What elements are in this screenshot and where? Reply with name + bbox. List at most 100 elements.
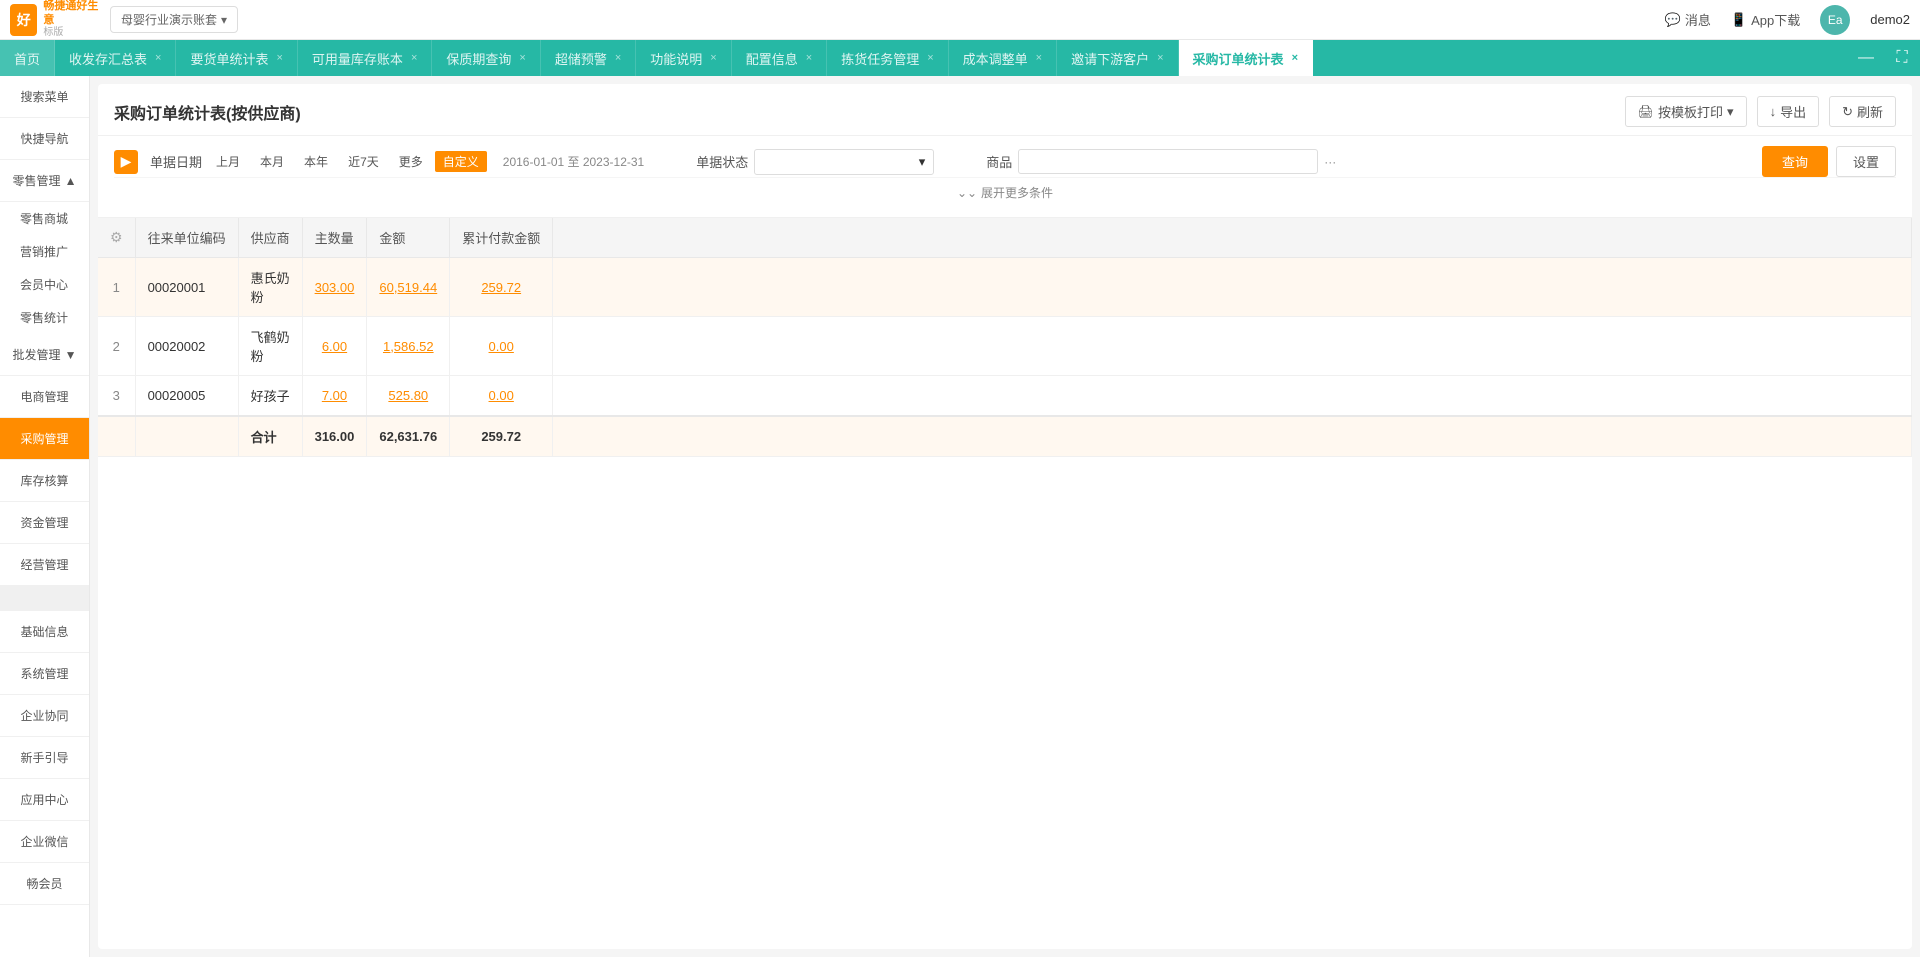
col-settings[interactable]: ⚙: [98, 218, 135, 258]
tab-warranty-query[interactable]: 保质期查询 ×: [432, 40, 540, 76]
avatar[interactable]: Ea: [1820, 5, 1850, 35]
amount-cell: 1,586.52: [367, 317, 450, 376]
sidebar-item-search[interactable]: 搜索菜单: [0, 76, 89, 118]
tab-cost-adjust[interactable]: 成本调整单 ×: [949, 40, 1057, 76]
paid-link[interactable]: 0.00: [489, 388, 514, 403]
row-index: 1: [98, 258, 135, 317]
close-icon[interactable]: ×: [710, 52, 716, 64]
maximize-icon[interactable]: ⛶: [1884, 40, 1920, 76]
qty-link[interactable]: 7.00: [322, 388, 347, 403]
partner-code-cell: 00020001: [135, 258, 238, 317]
tab-goods-stats[interactable]: 要货单统计表 ×: [176, 40, 297, 76]
content: 采购订单统计表(按供应商) 🖨 按模板打印 ▾ ↓ 导出 ↻ 刷新: [90, 76, 1920, 957]
top-header: 好 畅捷通好生意 标版 母婴行业演示账套 ▾ 💬 消息 📱 App下载 Ea d…: [0, 0, 1920, 40]
qty-link[interactable]: 6.00: [322, 339, 347, 354]
date-btn-7days[interactable]: 近7天: [340, 151, 387, 172]
sidebar-item-enterprise-wechat[interactable]: 企业微信: [0, 821, 89, 863]
date-btn-this-year[interactable]: 本年: [296, 151, 336, 172]
close-icon[interactable]: ×: [1157, 52, 1163, 64]
paid-link[interactable]: 259.72: [481, 280, 521, 295]
close-icon[interactable]: ×: [615, 52, 621, 64]
date-custom-badge[interactable]: 自定义: [435, 151, 487, 172]
tab-overstock-warning[interactable]: 超储预警 ×: [541, 40, 636, 76]
sidebar-item-retail-store[interactable]: 零售商城: [0, 202, 89, 235]
sidebar-item-app-center[interactable]: 应用中心: [0, 779, 89, 821]
tab-collect-pay[interactable]: 收发存汇总表 ×: [55, 40, 176, 76]
table-area: ⚙ 往来单位编码 供应商 主数量 金额 累计付款金额 1 00020001: [98, 218, 1912, 949]
sidebar-item-retail-stats[interactable]: 零售统计: [0, 301, 89, 334]
filter-bar: ▶ 单据日期 上月 本月 本年 近7天 更多 自定义 2016-01-01 至 …: [98, 136, 1912, 218]
settings-icon[interactable]: ⚙: [110, 229, 123, 245]
close-icon[interactable]: ×: [1292, 52, 1298, 64]
sidebar-item-sys-mgmt[interactable]: 系统管理: [0, 653, 89, 695]
goods-input[interactable]: [1018, 149, 1318, 174]
sidebar-item-member-center[interactable]: 会员中心: [0, 268, 89, 301]
message-button[interactable]: 💬 消息: [1665, 10, 1711, 29]
filter-more-icon[interactable]: ···: [1324, 155, 1336, 169]
tab-available-inventory[interactable]: 可用量库存账本 ×: [298, 40, 432, 76]
tab-home[interactable]: 首页: [0, 40, 55, 76]
sidebar-item-purchase-mgmt[interactable]: 采购管理: [0, 418, 89, 460]
date-btn-this-month[interactable]: 本月: [252, 151, 292, 172]
close-icon[interactable]: ×: [927, 52, 933, 64]
sidebar: 搜索菜单 快捷导航 零售管理 ▲ 零售商城 营销推广 会员中心 零售统计 批发管…: [0, 76, 90, 957]
sidebar-item-capital-mgmt[interactable]: 资金管理: [0, 502, 89, 544]
sidebar-item-member-plus[interactable]: 畅会员: [0, 863, 89, 905]
close-icon[interactable]: ×: [1036, 52, 1042, 64]
template-print-button[interactable]: 🖨 按模板打印 ▾: [1625, 96, 1747, 127]
partner-code-cell: 00020002: [135, 317, 238, 376]
settings-button[interactable]: 设置: [1836, 146, 1896, 177]
sidebar-item-quick-nav[interactable]: 快捷导航: [0, 118, 89, 160]
expand-more-button[interactable]: ⌄⌄ 展开更多条件: [114, 177, 1896, 207]
tab-config-info[interactable]: 配置信息 ×: [732, 40, 827, 76]
status-select[interactable]: ▾: [754, 149, 934, 175]
close-icon[interactable]: ×: [806, 52, 812, 64]
chevron-down-icon: ▾: [1727, 104, 1734, 120]
sidebar-item-ecommerce-mgmt[interactable]: 电商管理: [0, 376, 89, 418]
amount-link[interactable]: 60,519.44: [379, 280, 437, 295]
paid-link[interactable]: 0.00: [489, 339, 514, 354]
close-icon[interactable]: ×: [411, 52, 417, 64]
table-header-row: ⚙ 往来单位编码 供应商 主数量 金额 累计付款金额: [98, 218, 1912, 258]
close-icon[interactable]: ×: [276, 52, 282, 64]
sidebar-item-marketing[interactable]: 营销推广: [0, 235, 89, 268]
sidebar-item-inventory-check[interactable]: 库存核算: [0, 460, 89, 502]
tab-invite-downstream[interactable]: 邀请下游客户 ×: [1057, 40, 1178, 76]
app-download-button[interactable]: 📱 App下载: [1731, 10, 1800, 29]
date-btn-more[interactable]: 更多: [391, 151, 431, 172]
status-label: 单据状态: [696, 152, 748, 171]
chevron-down-icon: ▾: [919, 154, 926, 170]
data-table: ⚙ 往来单位编码 供应商 主数量 金额 累计付款金额 1 00020001: [98, 218, 1912, 457]
amount-link[interactable]: 525.80: [388, 388, 428, 403]
close-icon[interactable]: ×: [519, 52, 525, 64]
sidebar-item-retail-mgmt[interactable]: 零售管理 ▲: [0, 160, 89, 202]
chevron-down-icon: ▾: [221, 13, 227, 27]
paid-amount-cell: 0.00: [450, 317, 553, 376]
col-supplier: 供应商: [238, 218, 302, 258]
sidebar-item-enterprise-collab[interactable]: 企业协同: [0, 695, 89, 737]
export-button[interactable]: ↓ 导出: [1757, 96, 1820, 127]
store-selector[interactable]: 母婴行业演示账套 ▾: [110, 6, 238, 33]
main-qty-cell: 6.00: [302, 317, 367, 376]
sidebar-item-ops-mgmt[interactable]: 经营管理: [0, 544, 89, 586]
date-btn-last-month[interactable]: 上月: [208, 151, 248, 172]
filter-toggle-button[interactable]: ▶: [114, 150, 138, 174]
sidebar-item-newbie-guide[interactable]: 新手引导: [0, 737, 89, 779]
close-icon[interactable]: ×: [155, 52, 161, 64]
tab-pick-task[interactable]: 拣货任务管理 ×: [827, 40, 948, 76]
table-row: 1 00020001 惠氏奶粉 303.00 60,519.44 259.72: [98, 258, 1912, 317]
sidebar-item-wholesale-mgmt[interactable]: 批发管理 ▼: [0, 334, 89, 376]
minimize-icon[interactable]: —: [1848, 40, 1884, 76]
paid-amount-cell: 0.00: [450, 376, 553, 417]
refresh-button[interactable]: ↻ 刷新: [1829, 96, 1896, 127]
date-label: 单据日期: [150, 152, 202, 171]
search-button[interactable]: 查询: [1762, 146, 1828, 177]
download-icon: 📱: [1731, 12, 1747, 28]
qty-link[interactable]: 303.00: [315, 280, 355, 295]
sidebar-item-basic-info[interactable]: 基础信息: [0, 611, 89, 653]
tab-function-desc[interactable]: 功能说明 ×: [636, 40, 731, 76]
filter-date-item: 单据日期 上月 本月 本年 近7天 更多 自定义: [150, 151, 487, 172]
amount-link[interactable]: 1,586.52: [383, 339, 434, 354]
filter-row: ▶ 单据日期 上月 本月 本年 近7天 更多 自定义 2016-01-01 至 …: [114, 146, 1896, 177]
tab-purchase-stats[interactable]: 采购订单统计表 ×: [1179, 40, 1313, 76]
